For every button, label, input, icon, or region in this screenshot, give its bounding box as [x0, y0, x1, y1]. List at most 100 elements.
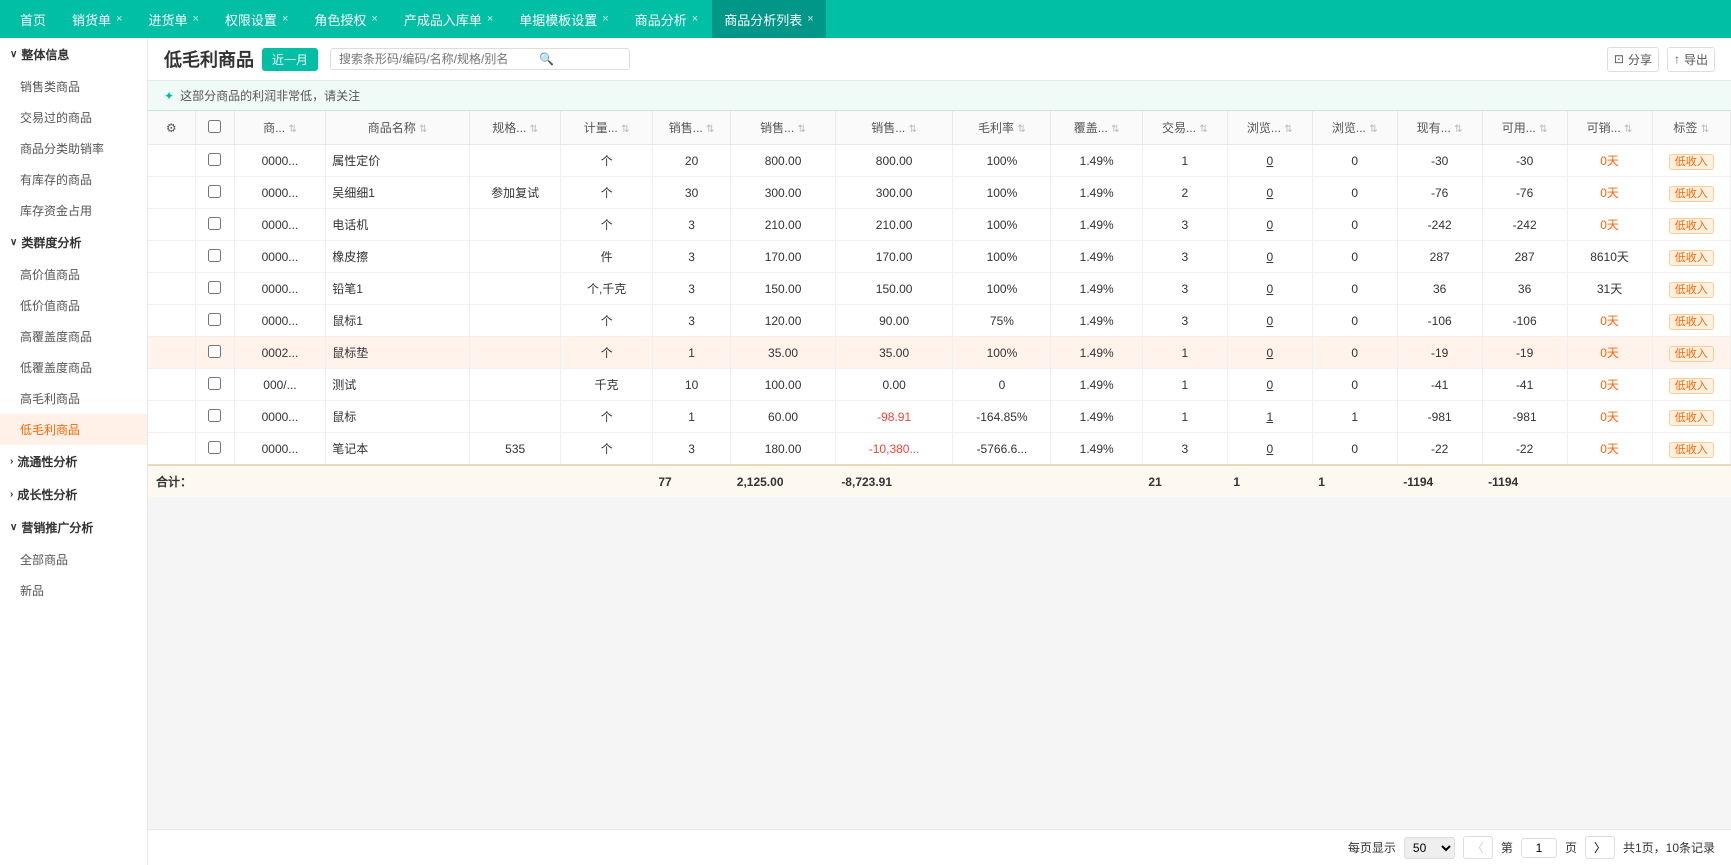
- view1-link[interactable]: 0: [1266, 378, 1273, 392]
- sidebar-item-low-profit[interactable]: 低毛利商品: [0, 414, 147, 445]
- nav-home[interactable]: 首页: [8, 0, 58, 38]
- row-select-checkbox[interactable]: [208, 441, 221, 454]
- page-number-input[interactable]: [1521, 838, 1557, 858]
- view1-link[interactable]: 0: [1266, 218, 1273, 232]
- export-button[interactable]: ↑ 导出: [1667, 47, 1715, 72]
- close-icon[interactable]: ×: [282, 13, 288, 25]
- row-view1[interactable]: 0: [1227, 433, 1312, 466]
- close-icon[interactable]: ×: [602, 13, 608, 25]
- sidebar-item-in-stock[interactable]: 有库存的商品: [0, 164, 147, 195]
- row-checkbox[interactable]: [195, 433, 234, 466]
- search-input[interactable]: [339, 52, 539, 66]
- col-checkbox[interactable]: [195, 111, 234, 145]
- sidebar-item-stock-funds[interactable]: 库存资金占用: [0, 195, 147, 226]
- col-sales-price[interactable]: 销售... ⇅: [731, 111, 836, 145]
- nav-permission[interactable]: 权限设置 ×: [213, 0, 300, 38]
- select-all-checkbox[interactable]: [208, 120, 221, 133]
- sidebar-item-all-products[interactable]: 全部商品: [0, 544, 147, 575]
- col-sales-profit[interactable]: 销售... ⇅: [835, 111, 953, 145]
- view1-link[interactable]: 1: [1266, 410, 1273, 424]
- row-select-checkbox[interactable]: [208, 281, 221, 294]
- row-view1[interactable]: 0: [1227, 337, 1312, 369]
- row-checkbox[interactable]: [195, 369, 234, 401]
- row-checkbox[interactable]: [195, 337, 234, 369]
- row-view1[interactable]: 0: [1227, 241, 1312, 273]
- view1-link[interactable]: 0: [1266, 186, 1273, 200]
- row-checkbox[interactable]: [195, 401, 234, 433]
- close-icon[interactable]: ×: [192, 13, 198, 25]
- nav-template[interactable]: 单据模板设置 ×: [507, 0, 620, 38]
- col-view1[interactable]: 浏览... ⇅: [1227, 111, 1312, 145]
- close-icon[interactable]: ×: [487, 13, 493, 25]
- search-icon[interactable]: 🔍: [539, 52, 554, 66]
- row-view1[interactable]: 0: [1227, 369, 1312, 401]
- per-page-select[interactable]: 50 100 200: [1404, 837, 1455, 859]
- col-current[interactable]: 现有... ⇅: [1397, 111, 1482, 145]
- next-page-button[interactable]: 〉: [1585, 836, 1615, 859]
- sidebar-section-cluster[interactable]: ∨ 类群度分析: [0, 226, 147, 259]
- view1-link[interactable]: 0: [1266, 314, 1273, 328]
- col-tag[interactable]: 标签 ⇅: [1652, 111, 1730, 145]
- row-view1[interactable]: 1: [1227, 401, 1312, 433]
- sidebar-item-low-value[interactable]: 低价值商品: [0, 290, 147, 321]
- view1-link[interactable]: 0: [1266, 346, 1273, 360]
- close-icon[interactable]: ×: [116, 13, 122, 25]
- nav-product-analysis[interactable]: 商品分析 ×: [623, 0, 710, 38]
- sidebar-item-low-coverage[interactable]: 低覆盖度商品: [0, 352, 147, 383]
- row-select-checkbox[interactable]: [208, 185, 221, 198]
- col-view2[interactable]: 浏览... ⇅: [1312, 111, 1397, 145]
- prev-page-button[interactable]: 〈: [1463, 836, 1493, 859]
- row-view1[interactable]: 0: [1227, 209, 1312, 241]
- sidebar-section-marketing[interactable]: ∨ 营销推广分析: [0, 511, 147, 544]
- row-select-checkbox[interactable]: [208, 345, 221, 358]
- col-gross-rate[interactable]: 毛利率 ⇅: [953, 111, 1051, 145]
- row-checkbox[interactable]: [195, 209, 234, 241]
- col-trans[interactable]: 交易... ⇅: [1142, 111, 1227, 145]
- nav-role[interactable]: 角色授权 ×: [302, 0, 389, 38]
- col-settings[interactable]: ⚙: [148, 111, 195, 145]
- nav-product-analysis-list[interactable]: 商品分析列表 ×: [712, 0, 825, 38]
- sidebar-section-growth[interactable]: › 成长性分析: [0, 478, 147, 511]
- row-select-checkbox[interactable]: [208, 249, 221, 262]
- row-select-checkbox[interactable]: [208, 313, 221, 326]
- col-code[interactable]: 商... ⇅: [234, 111, 325, 145]
- nav-sales[interactable]: 销货单 ×: [60, 0, 134, 38]
- sidebar-item-traded[interactable]: 交易过的商品: [0, 102, 147, 133]
- close-icon[interactable]: ×: [807, 13, 813, 25]
- nav-product-entry[interactable]: 产成品入库单 ×: [392, 0, 505, 38]
- row-select-checkbox[interactable]: [208, 409, 221, 422]
- row-view1[interactable]: 0: [1227, 177, 1312, 209]
- col-unit[interactable]: 计量... ⇅: [561, 111, 652, 145]
- col-coverage[interactable]: 覆盖... ⇅: [1051, 111, 1142, 145]
- filter-button[interactable]: 近一月: [262, 48, 318, 71]
- row-checkbox[interactable]: [195, 145, 234, 177]
- col-sales-count[interactable]: 销售... ⇅: [652, 111, 730, 145]
- share-button[interactable]: ⊡ 分享: [1607, 47, 1659, 72]
- view1-link[interactable]: 0: [1266, 154, 1273, 168]
- sidebar-item-high-value[interactable]: 高价值商品: [0, 259, 147, 290]
- row-checkbox[interactable]: [195, 177, 234, 209]
- sidebar-item-new-products[interactable]: 新品: [0, 575, 147, 606]
- row-checkbox[interactable]: [195, 273, 234, 305]
- sidebar-section-flow[interactable]: › 流通性分析: [0, 445, 147, 478]
- row-checkbox[interactable]: [195, 305, 234, 337]
- col-available[interactable]: 可用... ⇅: [1482, 111, 1567, 145]
- close-icon[interactable]: ×: [692, 13, 698, 25]
- view1-link[interactable]: 0: [1266, 442, 1273, 456]
- col-name[interactable]: 商品名称 ⇅: [326, 111, 470, 145]
- row-view1[interactable]: 0: [1227, 273, 1312, 305]
- col-spec[interactable]: 规格... ⇅: [469, 111, 560, 145]
- row-view1[interactable]: 0: [1227, 305, 1312, 337]
- close-icon[interactable]: ×: [371, 13, 377, 25]
- sidebar-item-high-profit[interactable]: 高毛利商品: [0, 383, 147, 414]
- sidebar-item-sales-products[interactable]: 销售类商品: [0, 71, 147, 102]
- view1-link[interactable]: 0: [1266, 282, 1273, 296]
- view1-link[interactable]: 0: [1266, 250, 1273, 264]
- row-select-checkbox[interactable]: [208, 217, 221, 230]
- row-checkbox[interactable]: [195, 241, 234, 273]
- col-sellable[interactable]: 可销... ⇅: [1567, 111, 1652, 145]
- sidebar-item-high-coverage[interactable]: 高覆盖度商品: [0, 321, 147, 352]
- row-select-checkbox[interactable]: [208, 377, 221, 390]
- nav-purchase[interactable]: 进货单 ×: [136, 0, 210, 38]
- row-select-checkbox[interactable]: [208, 153, 221, 166]
